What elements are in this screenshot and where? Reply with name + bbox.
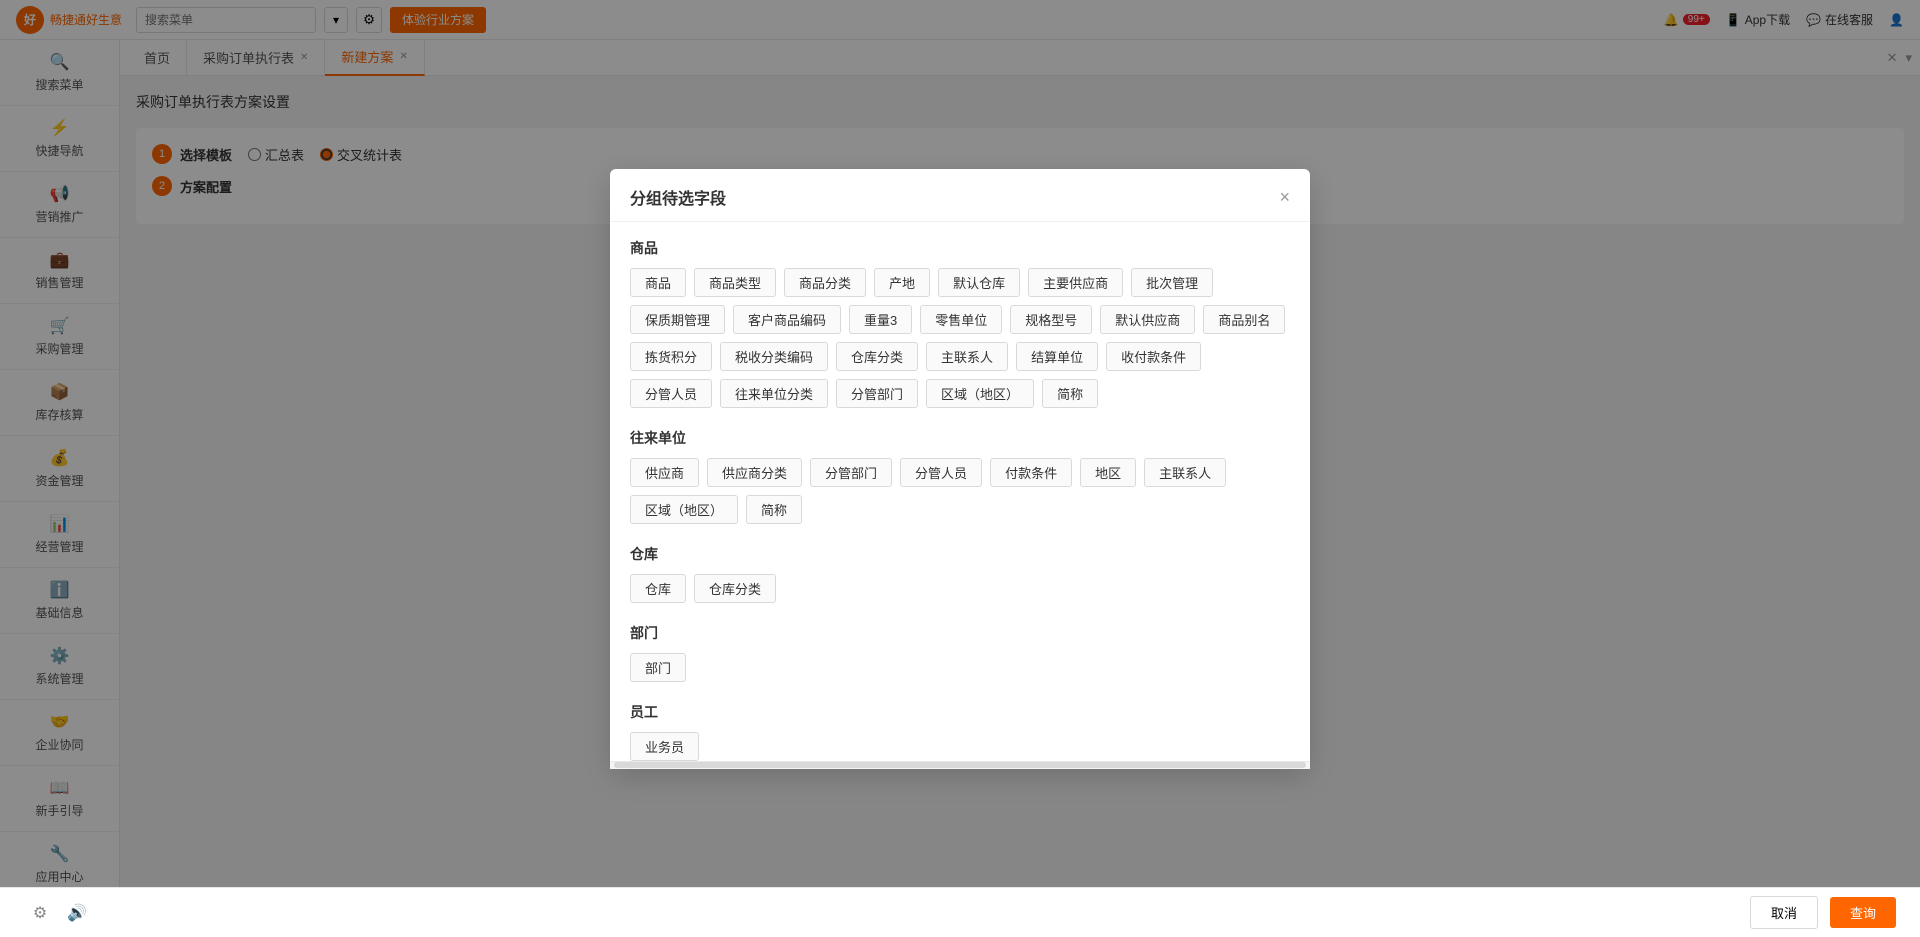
field-tag-0-1[interactable]: 商品类型: [694, 268, 776, 297]
cancel-button[interactable]: 取消: [1750, 896, 1818, 929]
confirm-button[interactable]: 查询: [1830, 897, 1896, 928]
field-tag-0-13[interactable]: 商品别名: [1203, 305, 1285, 334]
field-tag-3-0[interactable]: 部门: [630, 653, 686, 682]
field-section-2: 仓库仓库仓库分类: [630, 544, 1290, 603]
field-tag-1-3[interactable]: 分管人员: [900, 458, 982, 487]
field-tag-0-7[interactable]: 保质期管理: [630, 305, 725, 334]
field-tag-2-1[interactable]: 仓库分类: [694, 574, 776, 603]
speaker-icon[interactable]: 🔊: [67, 903, 87, 923]
field-tags-3: 部门: [630, 653, 1290, 682]
field-tags-4: 业务员: [630, 732, 1290, 761]
field-tags-1: 供应商供应商分类分管部门分管人员付款条件地区主联系人区域（地区） 简称: [630, 458, 1290, 524]
field-tag-0-19[interactable]: 收付款条件: [1106, 342, 1201, 371]
field-tag-0-22[interactable]: 分管部门: [836, 379, 918, 408]
field-tag-0-9[interactable]: 重量3: [849, 305, 912, 334]
field-section-3: 部门部门: [630, 623, 1290, 682]
field-section-4: 员工业务员: [630, 702, 1290, 761]
modal-hscroll-bar: [614, 762, 1306, 768]
field-tag-1-2[interactable]: 分管部门: [810, 458, 892, 487]
field-tag-0-12[interactable]: 默认供应商: [1100, 305, 1195, 334]
field-tag-0-15[interactable]: 税收分类编码: [720, 342, 828, 371]
modal-close-icon[interactable]: ×: [1279, 188, 1290, 206]
field-tag-0-3[interactable]: 产地: [874, 268, 930, 297]
field-section-0: 商品商品商品类型商品分类产地默认仓库主要供应商批次管理保质期管理客户商品编码重量…: [630, 238, 1290, 408]
field-tag-1-4[interactable]: 付款条件: [990, 458, 1072, 487]
field-tag-0-18[interactable]: 结算单位: [1016, 342, 1098, 371]
section-title-4: 员工: [630, 702, 1290, 722]
field-tags-0: 商品商品类型商品分类产地默认仓库主要供应商批次管理保质期管理客户商品编码重量3 零…: [630, 268, 1290, 408]
field-tags-2: 仓库仓库分类: [630, 574, 1290, 603]
field-section-1: 往来单位供应商供应商分类分管部门分管人员付款条件地区主联系人区域（地区） 简称: [630, 428, 1290, 524]
bottom-sidebar: ⚙ 🔊: [0, 887, 120, 937]
field-tag-1-8[interactable]: 简称: [746, 495, 802, 524]
field-tag-1-0[interactable]: 供应商: [630, 458, 699, 487]
field-tag-0-0[interactable]: 商品: [630, 268, 686, 297]
section-title-2: 仓库: [630, 544, 1290, 564]
bottom-footer: 取消 查询: [120, 887, 1920, 937]
field-tag-0-10[interactable]: 零售单位: [920, 305, 1002, 334]
field-tag-0-17[interactable]: 主联系人: [926, 342, 1008, 371]
modal-overlay: 分组待选字段 × 商品商品商品类型商品分类产地默认仓库主要供应商批次管理保质期管…: [0, 0, 1920, 937]
field-tag-0-23[interactable]: 区域（地区）: [926, 379, 1034, 408]
settings-icon[interactable]: ⚙: [33, 903, 47, 923]
field-tag-2-0[interactable]: 仓库: [630, 574, 686, 603]
modal-header: 分组待选字段 ×: [610, 169, 1310, 222]
field-tag-4-0[interactable]: 业务员: [630, 732, 699, 761]
section-title-3: 部门: [630, 623, 1290, 643]
section-title-0: 商品: [630, 238, 1290, 258]
field-tag-0-20[interactable]: 分管人员: [630, 379, 712, 408]
field-tag-1-7[interactable]: 区域（地区）: [630, 495, 738, 524]
modal-title: 分组待选字段: [630, 185, 726, 209]
section-title-1: 往来单位: [630, 428, 1290, 448]
field-tag-1-6[interactable]: 主联系人: [1144, 458, 1226, 487]
field-tag-1-1[interactable]: 供应商分类: [707, 458, 802, 487]
modal: 分组待选字段 × 商品商品商品类型商品分类产地默认仓库主要供应商批次管理保质期管…: [610, 169, 1310, 769]
field-tag-0-2[interactable]: 商品分类: [784, 268, 866, 297]
field-tag-0-16[interactable]: 仓库分类: [836, 342, 918, 371]
field-tag-0-24[interactable]: 简称: [1042, 379, 1098, 408]
modal-hscroll[interactable]: [610, 761, 1310, 769]
field-tag-0-6[interactable]: 批次管理: [1131, 268, 1213, 297]
field-tag-1-5[interactable]: 地区: [1080, 458, 1136, 487]
field-tag-0-14[interactable]: 拣货积分: [630, 342, 712, 371]
field-tag-0-21[interactable]: 往来单位分类: [720, 379, 828, 408]
field-tag-0-11[interactable]: 规格型号: [1010, 305, 1092, 334]
field-tag-0-8[interactable]: 客户商品编码: [733, 305, 841, 334]
field-tag-0-4[interactable]: 默认仓库: [938, 268, 1020, 297]
field-tag-0-5[interactable]: 主要供应商: [1028, 268, 1123, 297]
modal-body[interactable]: 商品商品商品类型商品分类产地默认仓库主要供应商批次管理保质期管理客户商品编码重量…: [610, 222, 1310, 761]
